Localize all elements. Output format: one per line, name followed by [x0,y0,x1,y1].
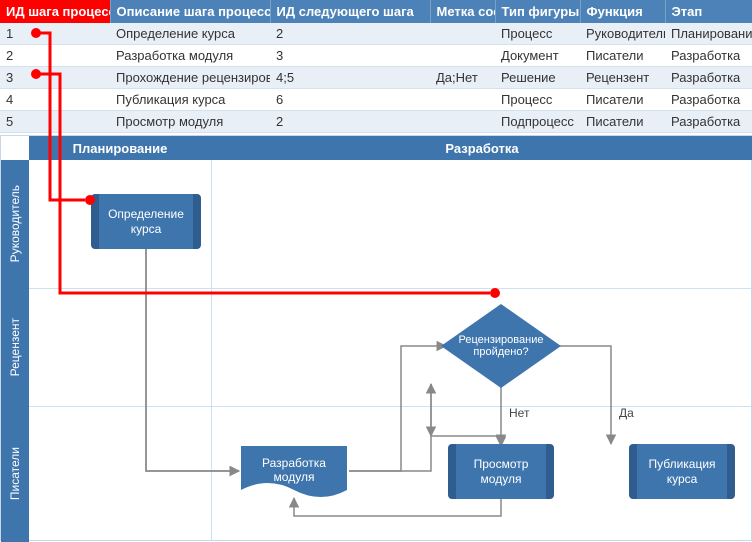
col-next-id: ИД следующего шага [270,0,430,23]
col-shape-type: Тип фигуры [495,0,580,23]
cell-phase: Разработка [665,89,752,111]
cell-next: 2 [270,111,430,133]
process-steps-table: ИД шага процесса Описание шага процесса … [0,0,752,133]
cell-id: 2 [0,45,110,67]
cell-label [430,23,495,45]
cell-phase: Разработка [665,111,752,133]
table-row: 5 Просмотр модуля 2 Подпроцесс Писатели … [0,111,752,133]
col-step-id: ИД шага процесса [0,0,110,23]
cell-shape: Подпроцесс [495,111,580,133]
cell-label [430,111,495,133]
node-define-course[interactable]: Определение курса [91,194,201,249]
swimlane-diagram: Планирование Разработка Руководитель Рец… [0,135,752,541]
node-review-module[interactable]: Просмотр модуля [448,444,554,499]
edge-label-no: Нет [509,406,529,420]
table-body: 1 Определение курса 2 Процесс Руководите… [0,23,752,133]
cell-next: 2 [270,23,430,45]
cell-func: Писатели [580,111,665,133]
cell-desc: Прохождение рецензирования [110,67,270,89]
node-review-decision[interactable]: Рецензирование пройдено? [441,324,561,368]
cell-func: Писатели [580,89,665,111]
cell-desc: Публикация курса [110,89,270,111]
cell-id: 5 [0,111,110,133]
cell-desc: Определение курса [110,23,270,45]
table-row: 2 Разработка модуля 3 Документ Писатели … [0,45,752,67]
cell-id: 4 [0,89,110,111]
table-row: 1 Определение курса 2 Процесс Руководите… [0,23,752,45]
cell-label [430,89,495,111]
cell-shape: Документ [495,45,580,67]
cell-desc: Разработка модуля [110,45,270,67]
node-publish-course[interactable]: Публикация курса [629,444,735,499]
cell-label [430,45,495,67]
col-function: Функция [580,0,665,23]
cell-func: Руководитель [580,23,665,45]
cell-phase: Планирование [665,23,752,45]
col-step-desc: Описание шага процесса [110,0,270,23]
cell-desc: Просмотр модуля [110,111,270,133]
cell-shape: Процесс [495,89,580,111]
table-row: 3 Прохождение рецензирования 4;5 Да;Нет … [0,67,752,89]
edge-label-yes: Да [619,406,634,420]
cell-shape: Процесс [495,23,580,45]
cell-next: 6 [270,89,430,111]
cell-phase: Разработка [665,45,752,67]
cell-func: Рецензент [580,67,665,89]
table-header-row: ИД шага процесса Описание шага процесса … [0,0,752,23]
col-phase: Этап [665,0,752,23]
cell-func: Писатели [580,45,665,67]
cell-next: 3 [270,45,430,67]
col-connector-label: Метка соединителя [430,0,495,23]
table-row: 4 Публикация курса 6 Процесс Писатели Ра… [0,89,752,111]
cell-next: 4;5 [270,67,430,89]
cell-phase: Разработка [665,67,752,89]
cell-id: 1 [0,23,110,45]
cell-label: Да;Нет [430,67,495,89]
cell-shape: Решение [495,67,580,89]
node-develop-module[interactable]: Разработка модуля [241,450,347,490]
cell-id: 3 [0,67,110,89]
